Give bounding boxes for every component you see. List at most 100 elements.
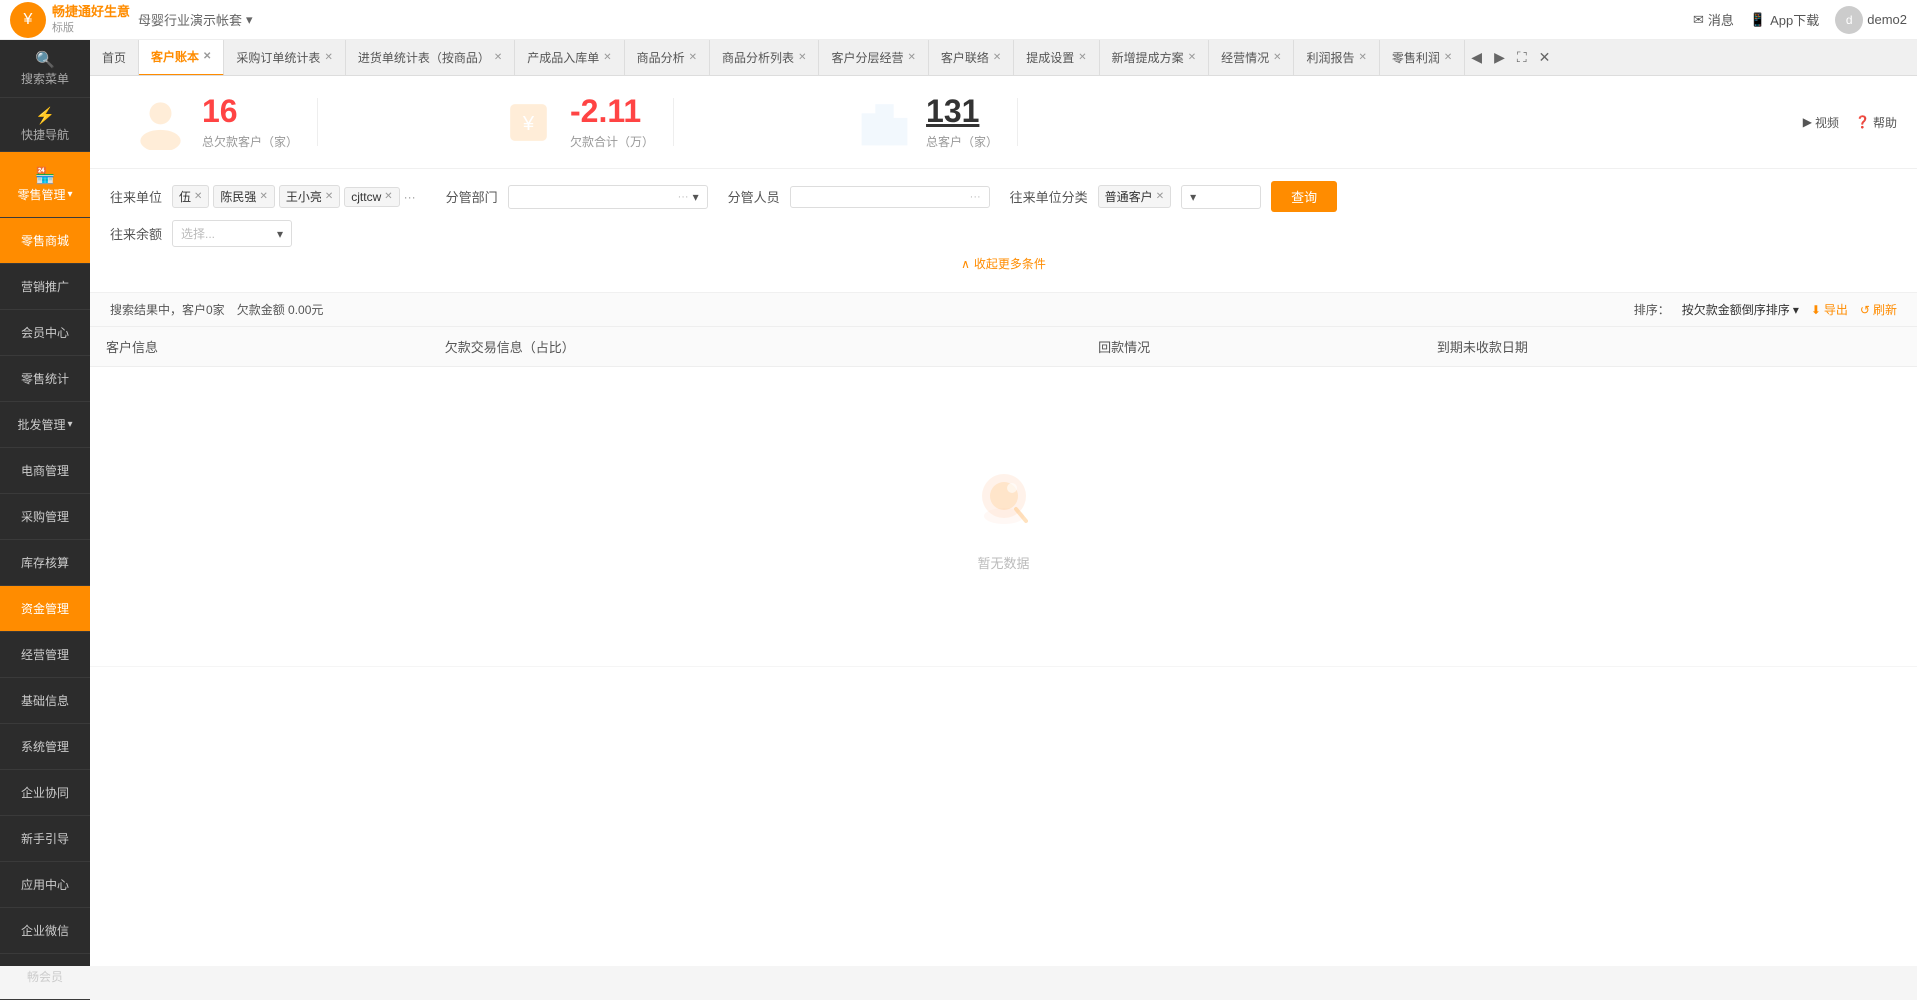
tag-wang-text: 王小亮 [286,188,322,205]
app-download-btn[interactable]: 📱 App下载 [1750,10,1819,29]
sidebar-marketing-label: 营销推广 [0,278,90,295]
tab-customer-contact-label: 客户联络 [941,49,989,66]
tab-restore[interactable]: ✕ [1533,40,1557,76]
tab-inbound-stats[interactable]: 进货单统计表（按商品） ✕ [346,40,515,76]
message-icon: ✉ [1693,12,1704,28]
help-btn[interactable]: ❓ 帮助 [1855,114,1897,131]
sidebar-item-operations[interactable]: 经营管理 [0,632,90,678]
app-download-label: App下载 [1770,10,1819,29]
results-bar-left: 搜索结果中，客户0家 欠款金额 0.00元 [110,301,323,318]
sidebar-item-inventory[interactable]: 库存核算 [0,540,90,586]
sidebar-item-enterprise[interactable]: 企业协同 [0,770,90,816]
tab-commission-settings[interactable]: 提成设置 ✕ [1014,40,1099,76]
sidebar-item-basic-info[interactable]: 基础信息 [0,678,90,724]
sidebar-retail-stats-label: 零售统计 [0,370,90,387]
tab-nav-prev[interactable]: ◀ [1465,40,1488,76]
tab-new-commission-close[interactable]: ✕ [1188,52,1196,63]
tag-chen-close[interactable]: ✕ [259,191,267,202]
tab-operations-label: 经营情况 [1221,49,1269,66]
results-bar-right: 排序： 按欠款金额倒序排序 ▾ ⬇ 导出 ↺ 刷新 [1634,301,1897,318]
filter-more-tags[interactable]: ··· [404,190,416,204]
tab-new-commission[interactable]: 新增提成方案 ✕ [1100,40,1209,76]
filter-unit-label: 往来单位 [110,187,162,206]
refresh-btn[interactable]: ↺ 刷新 [1860,301,1897,318]
tab-profit-report-close[interactable]: ✕ [1359,52,1367,63]
stat-debtors-value: 16 [202,94,298,129]
sidebar-item-retail-stats[interactable]: 零售统计 [0,356,90,402]
tab-customer-ledger[interactable]: 客户账本 ✕ [139,40,224,76]
tab-nav-next[interactable]: ▶ [1488,40,1511,76]
filter-dept-select[interactable]: ··· ▾ [508,185,708,209]
sidebar-operations-label: 经营管理 [0,646,90,663]
sidebar-item-purchase[interactable]: 采购管理 [0,494,90,540]
message-btn[interactable]: ✉ 消息 [1693,10,1734,29]
sidebar-item-finance[interactable]: 资金管理 [0,586,90,632]
tab-inbound-stats-close[interactable]: ✕ [494,52,502,63]
sidebar-item-app-center[interactable]: 应用中心 [0,862,90,908]
tab-commission-settings-close[interactable]: ✕ [1078,52,1086,63]
tab-customer-tier-close[interactable]: ✕ [907,52,915,63]
video-label: 视频 [1815,114,1839,131]
tab-maximize[interactable]: ⛶ [1511,40,1533,76]
video-btn[interactable]: ▶ 视频 [1803,114,1839,131]
tab-purchase-order-stats[interactable]: 采购订单统计表 ✕ [224,40,345,76]
tab-product-inbound[interactable]: 产成品入库单 ✕ [515,40,624,76]
page-content: 16 总欠款客户（家） ¥ -2.11 欠款合计（万） [90,76,1917,966]
tab-customer-contact-close[interactable]: ✕ [993,52,1001,63]
tag-cjttcw-close[interactable]: ✕ [384,191,392,202]
sidebar-vip-label: 畅会员 [0,968,90,985]
table-body: 暂无数据 [90,367,1917,667]
tab-product-analysis[interactable]: 商品分析 ✕ [625,40,710,76]
sidebar-wechat-label: 企业微信 [0,922,90,939]
help-label: 帮助 [1873,114,1897,131]
tab-product-analysis-list-close[interactable]: ✕ [798,52,806,63]
tab-customer-contact[interactable]: 客户联络 ✕ [929,40,1014,76]
workspace-name: 母婴行业演示帐套 [138,10,242,29]
sidebar-item-wholesale[interactable]: 批发管理 ▾ [0,402,90,448]
tab-profit-report[interactable]: 利润报告 ✕ [1294,40,1379,76]
sidebar-item-marketing[interactable]: 营销推广 [0,264,90,310]
tab-retail-profit[interactable]: 零售利润 ✕ [1380,40,1465,76]
dept-chevron: ▾ [693,190,699,204]
tab-customer-tier-label: 客户分层经营 [831,49,903,66]
filter-remainder-select[interactable]: 选择... ▾ [172,220,292,247]
filter-tag-wang: 王小亮 ✕ [279,185,340,208]
tab-product-inbound-close[interactable]: ✕ [603,52,611,63]
tab-product-analysis-close[interactable]: ✕ [689,52,697,63]
sidebar-item-ecommerce[interactable]: 电商管理 [0,448,90,494]
tag-normal-customer-close[interactable]: ✕ [1156,191,1164,202]
manager-ellipsis: ··· [970,191,981,203]
workspace-selector[interactable]: 母婴行业演示帐套 ▾ [138,10,253,29]
user-menu[interactable]: d demo2 [1835,6,1907,34]
filter-manager-select[interactable]: ··· [790,186,990,208]
export-btn[interactable]: ⬇ 导出 [1811,301,1848,318]
tab-customer-ledger-close[interactable]: ✕ [203,51,211,62]
tag-wang-close[interactable]: ✕ [325,191,333,202]
sidebar-item-guide[interactable]: 新手引导 [0,816,90,862]
filter-category-select[interactable]: ▾ [1181,185,1261,209]
tag-wu-close[interactable]: ✕ [194,191,202,202]
sidebar-item-system[interactable]: 系统管理 [0,724,90,770]
query-button[interactable]: 查询 [1271,181,1337,212]
svg-text:¥: ¥ [521,112,534,134]
tab-retail-profit-close[interactable]: ✕ [1444,52,1452,63]
tab-home[interactable]: 首页 [90,40,139,76]
sidebar-item-retail-mall[interactable]: 零售商城 [0,218,90,264]
sidebar-item-vip[interactable]: 畅会员 [0,954,90,1000]
tab-customer-tier[interactable]: 客户分层经营 ✕ [819,40,928,76]
sidebar-item-retail[interactable]: 🏪 零售管理 ▾ [0,152,90,218]
tab-purchase-order-stats-close[interactable]: ✕ [324,52,332,63]
sidebar-item-member[interactable]: 会员中心 [0,310,90,356]
sidebar-item-search[interactable]: 🔍 搜索菜单 [0,40,90,98]
filter-collapse-btn[interactable]: ∧ 收起更多条件 [961,255,1046,272]
refresh-label: 刷新 [1873,301,1897,318]
sort-select[interactable]: 按欠款金额倒序排序 ▾ [1682,301,1799,318]
tab-product-analysis-list[interactable]: 商品分析列表 ✕ [710,40,819,76]
chevron-down-icon-2: ▾ [67,419,72,430]
tab-operations[interactable]: 经营情况 ✕ [1209,40,1294,76]
refresh-icon: ↺ [1860,303,1870,317]
sidebar-item-quick-nav[interactable]: ⚡ 快捷导航 [0,98,90,152]
data-table: 客户信息 欠款交易信息（占比） 回款情况 到期未收款日期 [90,327,1917,667]
sidebar-item-wechat[interactable]: 企业微信 [0,908,90,954]
tab-operations-close[interactable]: ✕ [1273,52,1281,63]
